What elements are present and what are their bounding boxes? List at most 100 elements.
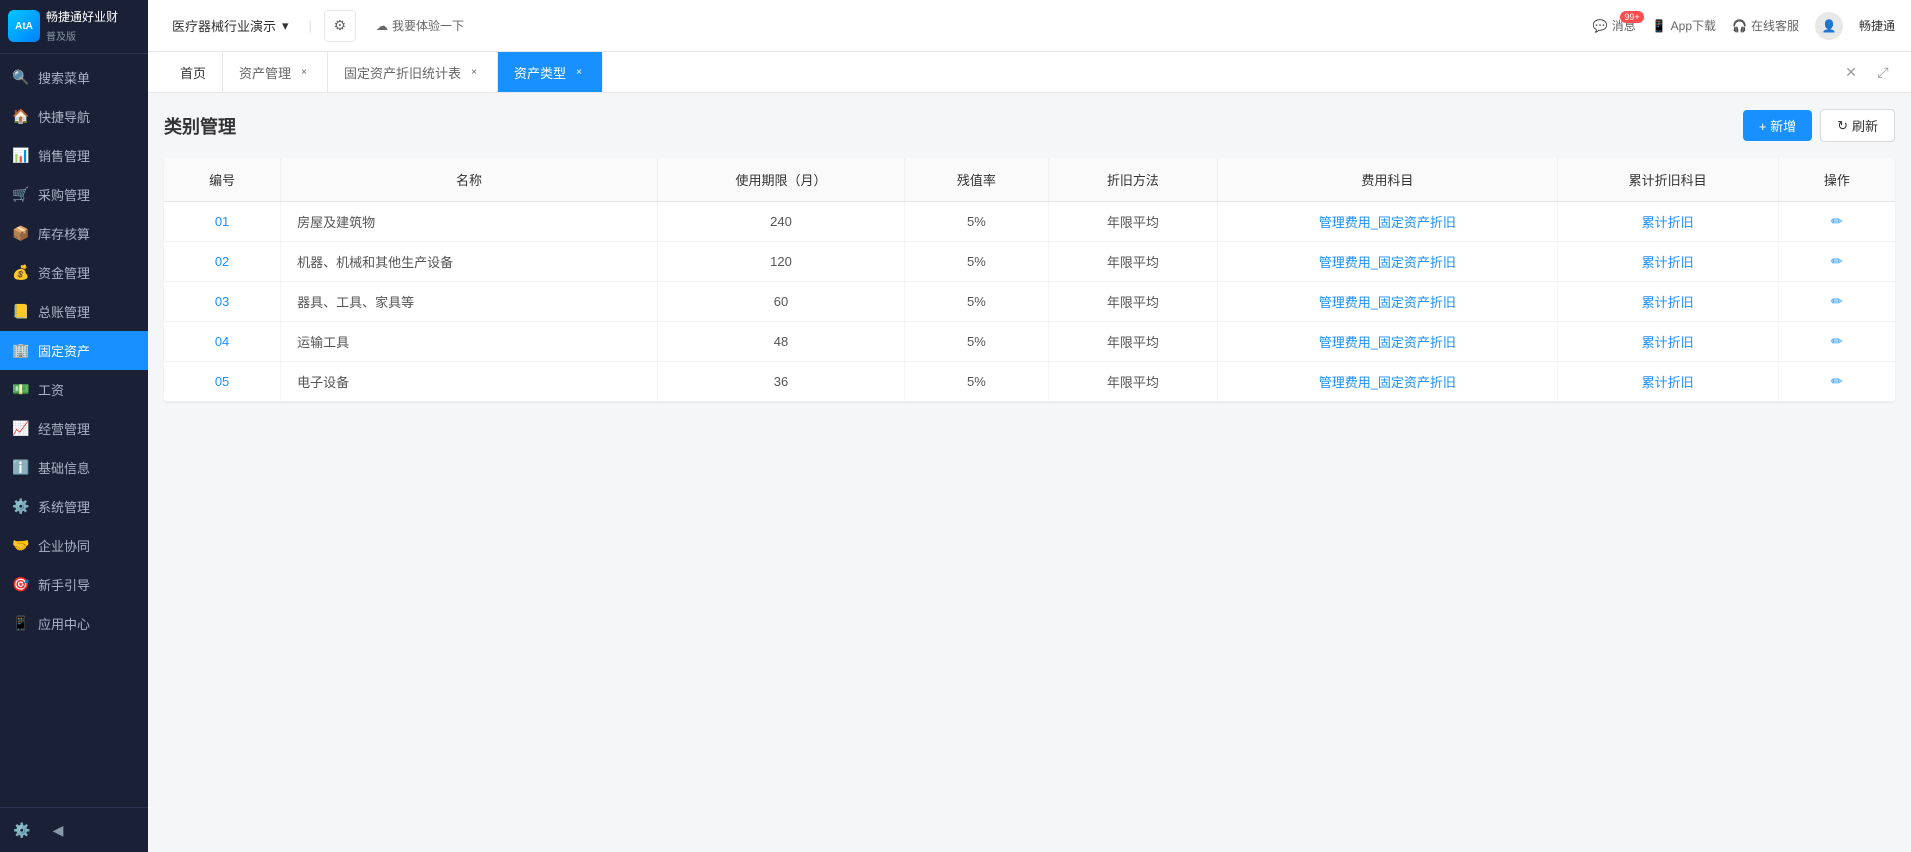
sidebar-item-sales[interactable]: 📊 销售管理 bbox=[0, 136, 148, 175]
cell-residual-2: 5% bbox=[905, 282, 1049, 322]
sidebar-item-fixed-assets[interactable]: 🏢 固定资产 bbox=[0, 331, 148, 370]
tab-depreciation-table-close[interactable]: × bbox=[467, 65, 481, 79]
search-icon: 🔍 bbox=[12, 68, 30, 86]
guide-icon: 🎯 bbox=[12, 575, 30, 593]
refresh-button[interactable]: ↻ 刷新 bbox=[1820, 109, 1895, 142]
tab-asset-type-label: 资产类型 bbox=[514, 63, 566, 82]
tab-asset-type-close[interactable]: × bbox=[572, 65, 586, 79]
cell-accumulated-0: 累计折旧 bbox=[1557, 202, 1778, 242]
refresh-label: 刷新 bbox=[1852, 116, 1878, 135]
window-maximize-button[interactable]: ⤢ bbox=[1871, 60, 1895, 84]
sidebar-item-system[interactable]: ⚙️ 系统管理 bbox=[0, 487, 148, 526]
cell-period-3: 48 bbox=[657, 322, 904, 362]
tab-asset-mgmt-label: 资产管理 bbox=[239, 63, 291, 82]
messages-icon: 💬 bbox=[1593, 19, 1608, 33]
company-selector[interactable]: 医疗器械行业演示 ▾ bbox=[164, 12, 297, 39]
cell-op-0: ✏ bbox=[1778, 202, 1895, 242]
cell-residual-3: 5% bbox=[905, 322, 1049, 362]
tab-depreciation-table-label: 固定资产折旧统计表 bbox=[344, 63, 461, 82]
edit-icon-4[interactable]: ✏ bbox=[1831, 373, 1843, 389]
table-row: 04 运输工具 48 5% 年限平均 管理费用_固定资产折旧 累计折旧 ✏ bbox=[164, 322, 1895, 362]
customer-service-button[interactable]: 🎧 在线客服 bbox=[1732, 17, 1799, 34]
table-row: 03 器具、工具、家具等 60 5% 年限平均 管理费用_固定资产折旧 累计折旧… bbox=[164, 282, 1895, 322]
messages-badge: 99+ bbox=[1620, 11, 1643, 23]
sidebar-item-inventory[interactable]: 📦 库存核算 bbox=[0, 214, 148, 253]
ledger-icon: 📒 bbox=[12, 302, 30, 320]
messages-button[interactable]: 💬 消息 99+ bbox=[1593, 17, 1636, 34]
cell-expense-3: 管理费用_固定资产折旧 bbox=[1218, 322, 1557, 362]
sidebar-item-ledger[interactable]: 📒 总账管理 bbox=[0, 292, 148, 331]
cell-op-4: ✏ bbox=[1778, 362, 1895, 402]
col-accumulated: 累计折旧科目 bbox=[1557, 158, 1778, 202]
new-button[interactable]: + 新增 bbox=[1743, 110, 1812, 141]
inventory-label: 库存核算 bbox=[38, 224, 90, 243]
col-expense: 费用科目 bbox=[1218, 158, 1557, 202]
tab-depreciation-table[interactable]: 固定资产折旧统计表 × bbox=[328, 52, 498, 92]
sidebar-item-enterprise[interactable]: 🤝 企业协同 bbox=[0, 526, 148, 565]
settings-icon[interactable]: ⚙️ bbox=[8, 816, 36, 844]
topbar-right: 💬 消息 99+ 📱 App下载 🎧 在线客服 👤 畅捷通 bbox=[1593, 12, 1895, 40]
edit-icon-3[interactable]: ✏ bbox=[1831, 333, 1843, 349]
table-row: 05 电子设备 36 5% 年限平均 管理费用_固定资产折旧 累计折旧 ✏ bbox=[164, 362, 1895, 402]
purchase-icon: 🛒 bbox=[12, 185, 30, 203]
sidebar-header: AtA 畅捷通好业财 普及版 bbox=[0, 0, 148, 54]
cell-method-2: 年限平均 bbox=[1048, 282, 1217, 322]
edit-icon-2[interactable]: ✏ bbox=[1831, 293, 1843, 309]
sidebar-item-operations[interactable]: 📈 经营管理 bbox=[0, 409, 148, 448]
tab-asset-mgmt[interactable]: 资产管理 × bbox=[223, 52, 328, 92]
fixed-assets-icon: 🏢 bbox=[12, 341, 30, 359]
sales-icon: 📊 bbox=[12, 146, 30, 164]
sidebar-item-salary[interactable]: 💵 工资 bbox=[0, 370, 148, 409]
sidebar-item-basic-info[interactable]: ℹ️ 基础信息 bbox=[0, 448, 148, 487]
edit-icon-1[interactable]: ✏ bbox=[1831, 253, 1843, 269]
sidebar-item-app-center[interactable]: 📱 应用中心 bbox=[0, 604, 148, 643]
sidebar: AtA 畅捷通好业财 普及版 🔍 搜索菜单 🏠 快捷导航 📊 销售管理 🛒 采购… bbox=[0, 0, 148, 852]
avatar[interactable]: 👤 bbox=[1815, 12, 1843, 40]
app-download-button[interactable]: 📱 App下载 bbox=[1652, 17, 1716, 34]
username[interactable]: 畅捷通 bbox=[1859, 17, 1895, 34]
quick-nav-icon: 🏠 bbox=[12, 107, 30, 125]
collapse-icon[interactable]: ◀ bbox=[44, 816, 72, 844]
company-settings-button[interactable]: ⚙ bbox=[324, 10, 356, 42]
dropdown-icon: ▾ bbox=[282, 18, 289, 34]
experience-button[interactable]: ☁ 我要体验一下 bbox=[368, 13, 472, 38]
cell-id-1: 02 bbox=[164, 242, 281, 282]
cell-period-1: 120 bbox=[657, 242, 904, 282]
col-method: 折旧方法 bbox=[1048, 158, 1217, 202]
window-controls: ✕ ⤢ bbox=[1839, 60, 1895, 84]
cell-period-0: 240 bbox=[657, 202, 904, 242]
app-logo: AtA bbox=[8, 10, 40, 42]
cell-expense-4: 管理费用_固定资产折旧 bbox=[1218, 362, 1557, 402]
cell-residual-1: 5% bbox=[905, 242, 1049, 282]
sales-label: 销售管理 bbox=[38, 146, 90, 165]
sidebar-item-quick-nav[interactable]: 🏠 快捷导航 bbox=[0, 97, 148, 136]
cell-method-0: 年限平均 bbox=[1048, 202, 1217, 242]
company-name: 医疗器械行业演示 bbox=[172, 16, 276, 35]
sidebar-item-guide[interactable]: 🎯 新手引导 bbox=[0, 565, 148, 604]
cell-id-2: 03 bbox=[164, 282, 281, 322]
guide-label: 新手引导 bbox=[38, 575, 90, 594]
sidebar-item-search[interactable]: 🔍 搜索菜单 bbox=[0, 58, 148, 97]
avatar-icon: 👤 bbox=[1822, 19, 1837, 33]
cell-residual-4: 5% bbox=[905, 362, 1049, 402]
cell-id-4: 05 bbox=[164, 362, 281, 402]
tab-asset-mgmt-close[interactable]: × bbox=[297, 65, 311, 79]
window-close-button[interactable]: ✕ bbox=[1839, 60, 1863, 84]
cell-name-2: 器具、工具、家具等 bbox=[281, 282, 658, 322]
cell-id-0: 01 bbox=[164, 202, 281, 242]
tab-home[interactable]: 首页 bbox=[164, 52, 223, 92]
search-label: 搜索菜单 bbox=[38, 68, 90, 87]
sidebar-item-capital[interactable]: 💰 资金管理 bbox=[0, 253, 148, 292]
table-row: 01 房屋及建筑物 240 5% 年限平均 管理费用_固定资产折旧 累计折旧 ✏ bbox=[164, 202, 1895, 242]
tab-asset-type[interactable]: 资产类型 × bbox=[498, 52, 603, 92]
sidebar-item-purchase[interactable]: 🛒 采购管理 bbox=[0, 175, 148, 214]
experience-label: 我要体验一下 bbox=[392, 17, 464, 34]
cell-method-4: 年限平均 bbox=[1048, 362, 1217, 402]
basic-info-icon: ℹ️ bbox=[12, 458, 30, 476]
cell-period-2: 60 bbox=[657, 282, 904, 322]
app-name: 畅捷通好业财 bbox=[46, 10, 118, 26]
page-actions: + 新增 ↻ 刷新 bbox=[1743, 109, 1895, 142]
cell-name-1: 机器、机械和其他生产设备 bbox=[281, 242, 658, 282]
edit-icon-0[interactable]: ✏ bbox=[1831, 213, 1843, 229]
system-label: 系统管理 bbox=[38, 497, 90, 516]
